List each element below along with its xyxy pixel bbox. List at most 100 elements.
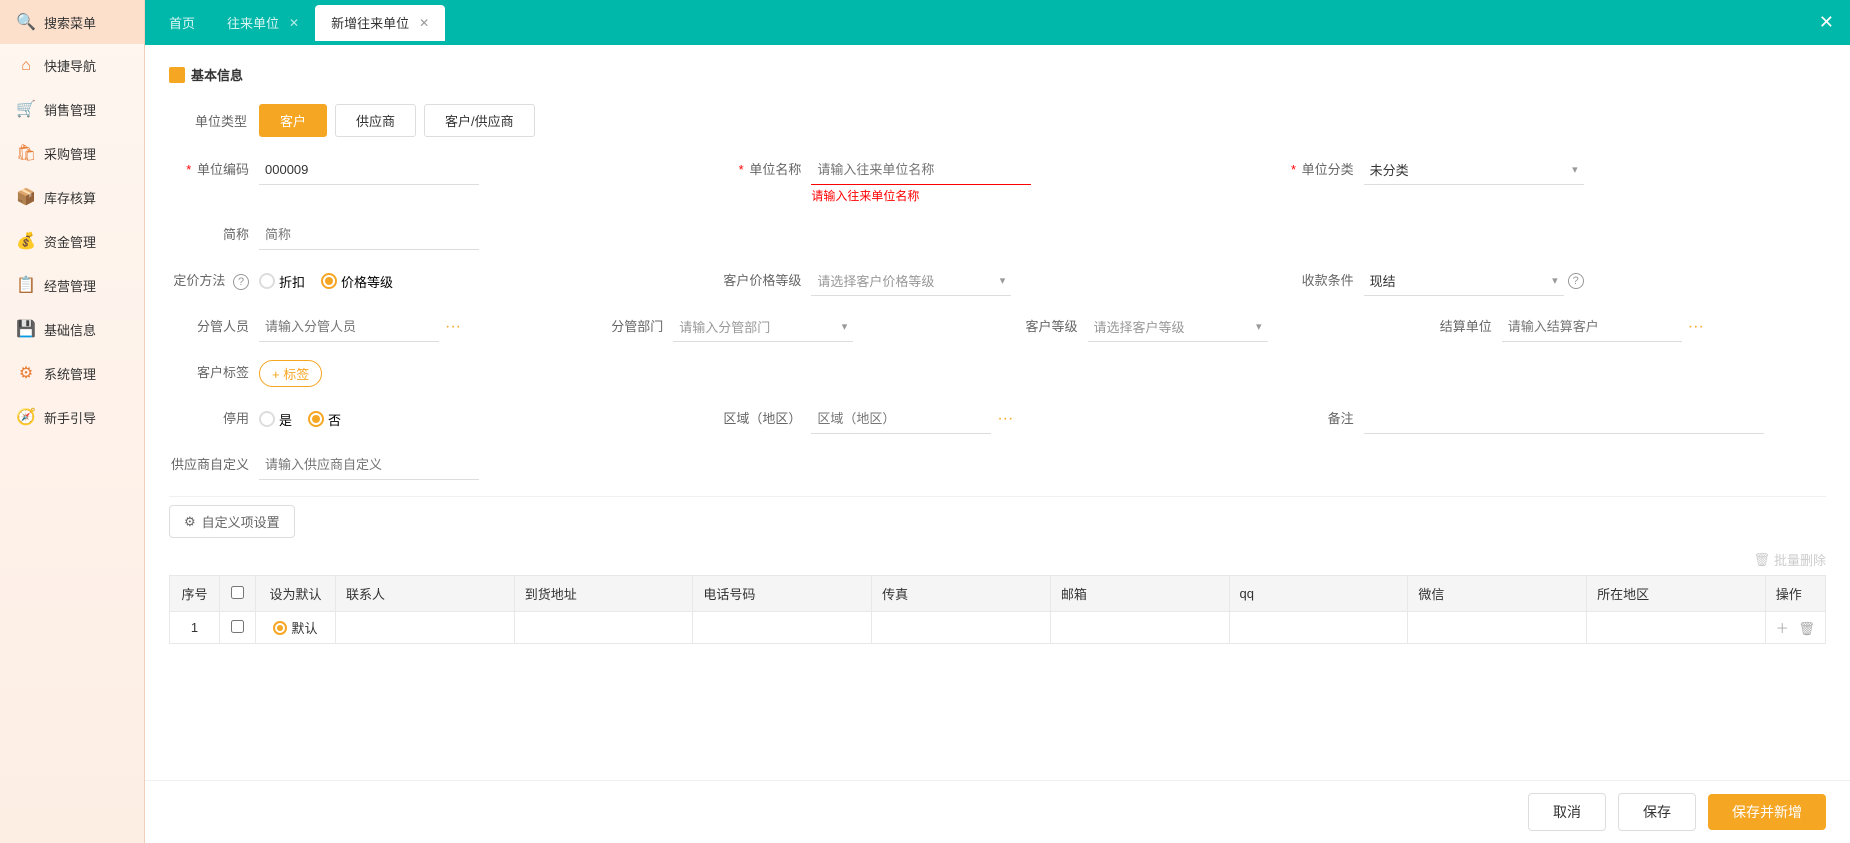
unit-category-select[interactable]: 未分类 ▾ [1364, 155, 1584, 185]
sidebar-item-basic[interactable]: 💾 基础信息 [0, 307, 144, 351]
payment-chevron-icon: ▾ [1552, 274, 1558, 287]
department-select[interactable]: 请输入分管部门 ▾ [673, 312, 853, 342]
col-address-header: 到货地址 [514, 576, 693, 612]
sidebar-item-search[interactable]: 🔍 搜索菜单 [0, 0, 144, 44]
sidebar-item-purchase[interactable]: 🛍 采购管理 [0, 131, 144, 175]
close-all-button[interactable]: ✕ [1811, 12, 1842, 33]
no-radio-label: 否 [328, 410, 341, 429]
sidebar-item-inventory[interactable]: 📦 库存核算 [0, 175, 144, 219]
sidebar-item-quicknav[interactable]: ⌂ 快捷导航 [0, 44, 144, 87]
row-contact[interactable] [336, 612, 515, 644]
location-input[interactable] [1597, 620, 1755, 635]
row-address[interactable] [514, 612, 693, 644]
fax-input[interactable] [882, 620, 1040, 635]
tab-partners[interactable]: 往来单位 ✕ [211, 5, 315, 41]
no-radio-outer [308, 411, 324, 427]
sidebar-item-label: 经营管理 [44, 276, 96, 295]
chevron-down-icon: ▾ [1572, 163, 1578, 176]
row-checkbox-cell[interactable] [220, 612, 256, 644]
pricing-discount-option[interactable]: 折扣 [259, 272, 305, 291]
delete-row-icon[interactable]: 🗑 [1798, 621, 1815, 636]
customer-price-level-select[interactable]: 请选择客户价格等级 ▾ [811, 266, 1011, 296]
tab-new-partner[interactable]: 新增往来单位 ✕ [315, 5, 445, 41]
contact-input[interactable] [346, 620, 504, 635]
sidebar-item-finance[interactable]: 💰 资金管理 [0, 219, 144, 263]
short-name-input[interactable] [259, 220, 479, 250]
tab-bar: 首页 往来单位 ✕ 新增往来单位 ✕ ✕ [145, 0, 1850, 45]
inventory-icon: 📦 [16, 187, 36, 207]
add-tag-button[interactable]: + 标签 [259, 360, 322, 387]
region-input[interactable] [811, 404, 991, 434]
row-fax[interactable] [872, 612, 1051, 644]
contacts-table: 序号 设为默认 联系人 到货地址 电话号码 传真 邮箱 qq 微信 所在地区 操… [169, 575, 1826, 644]
save-and-new-button[interactable]: 保存并新增 [1708, 794, 1826, 830]
settlement-more-icon[interactable]: ··· [1688, 318, 1704, 336]
unit-category-field: * 单位分类 未分类 ▾ [1274, 155, 1826, 185]
select-all-checkbox[interactable] [231, 586, 244, 599]
wechat-input[interactable] [1418, 620, 1576, 635]
unit-type-both-btn[interactable]: 客户/供应商 [424, 104, 535, 137]
custom-settings-button[interactable]: ⚙ 自定义项设置 [169, 505, 295, 538]
unit-type-supplier-btn[interactable]: 供应商 [335, 104, 416, 137]
sidebar-item-ops[interactable]: 📋 经营管理 [0, 263, 144, 307]
sidebar-item-sales[interactable]: 🛒 销售管理 [0, 87, 144, 131]
address-input[interactable] [525, 620, 683, 635]
price-level-chevron-icon: ▾ [1000, 274, 1006, 287]
pricing-help-icon[interactable]: ? [233, 274, 249, 290]
row-qq[interactable] [1229, 612, 1408, 644]
col-qq-header: qq [1229, 576, 1408, 612]
manager-more-icon[interactable]: ··· [445, 318, 461, 336]
customer-level-select[interactable]: 请选择客户等级 ▾ [1088, 312, 1268, 342]
notes-label: 备注 [1274, 404, 1364, 434]
section-icon [169, 67, 185, 83]
customer-tag-field: 客户标签 + 标签 [169, 358, 1826, 388]
cancel-button[interactable]: 取消 [1528, 793, 1606, 831]
payment-terms-field: 收款条件 现结 ▾ ? [1274, 266, 1826, 296]
customer-tag-label: 客户标签 [169, 358, 259, 388]
close-partners-tab[interactable]: ✕ [289, 16, 299, 30]
tab-partners-label: 往来单位 [227, 13, 279, 32]
sidebar-item-system[interactable]: ⚙ 系统管理 [0, 351, 144, 395]
phone-input[interactable] [703, 620, 861, 635]
region-more-icon[interactable]: ··· [997, 410, 1013, 428]
row-wechat[interactable] [1408, 612, 1587, 644]
disabled-no-option[interactable]: 否 [308, 410, 341, 429]
newbie-icon: 🧭 [16, 407, 36, 427]
disabled-label: 停用 [169, 404, 259, 434]
add-row-icon[interactable]: ＋ [1776, 621, 1789, 636]
batch-delete-label[interactable]: 批量删除 [1774, 550, 1826, 569]
payment-terms-select[interactable]: 现结 ▾ [1364, 266, 1564, 296]
supplier-custom-input[interactable] [259, 450, 479, 480]
col-checkbox-header[interactable] [220, 576, 256, 612]
settlement-unit-field: 结算单位 ··· [1412, 312, 1826, 342]
save-button[interactable]: 保存 [1618, 793, 1696, 831]
row-location[interactable] [1587, 612, 1766, 644]
payment-help-icon[interactable]: ? [1568, 273, 1584, 289]
level-radio-label: 价格等级 [341, 272, 393, 291]
unit-code-label: * 单位编码 [169, 155, 259, 185]
main-area: 首页 往来单位 ✕ 新增往来单位 ✕ ✕ 基本信息 单位类型 客户 供应商 客户… [145, 0, 1850, 843]
tab-home[interactable]: 首页 [153, 5, 211, 41]
row-default-radio[interactable]: 默认 [266, 618, 325, 637]
unit-name-input[interactable] [811, 155, 1031, 185]
row-email[interactable] [1050, 612, 1229, 644]
row-checkbox[interactable] [231, 620, 244, 633]
col-default-header: 设为默认 [256, 576, 336, 612]
sidebar-item-label: 搜索菜单 [44, 13, 96, 32]
row-phone[interactable] [693, 612, 872, 644]
manager-input[interactable] [259, 312, 439, 342]
qq-input[interactable] [1240, 620, 1398, 635]
supplier-custom-field: 供应商自定义 [169, 450, 1826, 480]
unit-code-input[interactable] [259, 155, 479, 185]
settlement-unit-input[interactable] [1502, 312, 1682, 342]
unit-type-customer-btn[interactable]: 客户 [259, 104, 327, 137]
pricing-level-option[interactable]: 价格等级 [321, 272, 393, 291]
email-input[interactable] [1061, 620, 1219, 635]
disabled-yes-option[interactable]: 是 [259, 410, 292, 429]
home-icon: ⌂ [16, 57, 36, 75]
notes-input[interactable] [1364, 404, 1764, 434]
unit-type-row: 单位类型 客户 供应商 客户/供应商 [169, 104, 1826, 137]
level-radio-inner [325, 277, 333, 285]
close-new-partner-tab[interactable]: ✕ [419, 16, 429, 30]
sidebar-item-newbie[interactable]: 🧭 新手引导 [0, 395, 144, 439]
